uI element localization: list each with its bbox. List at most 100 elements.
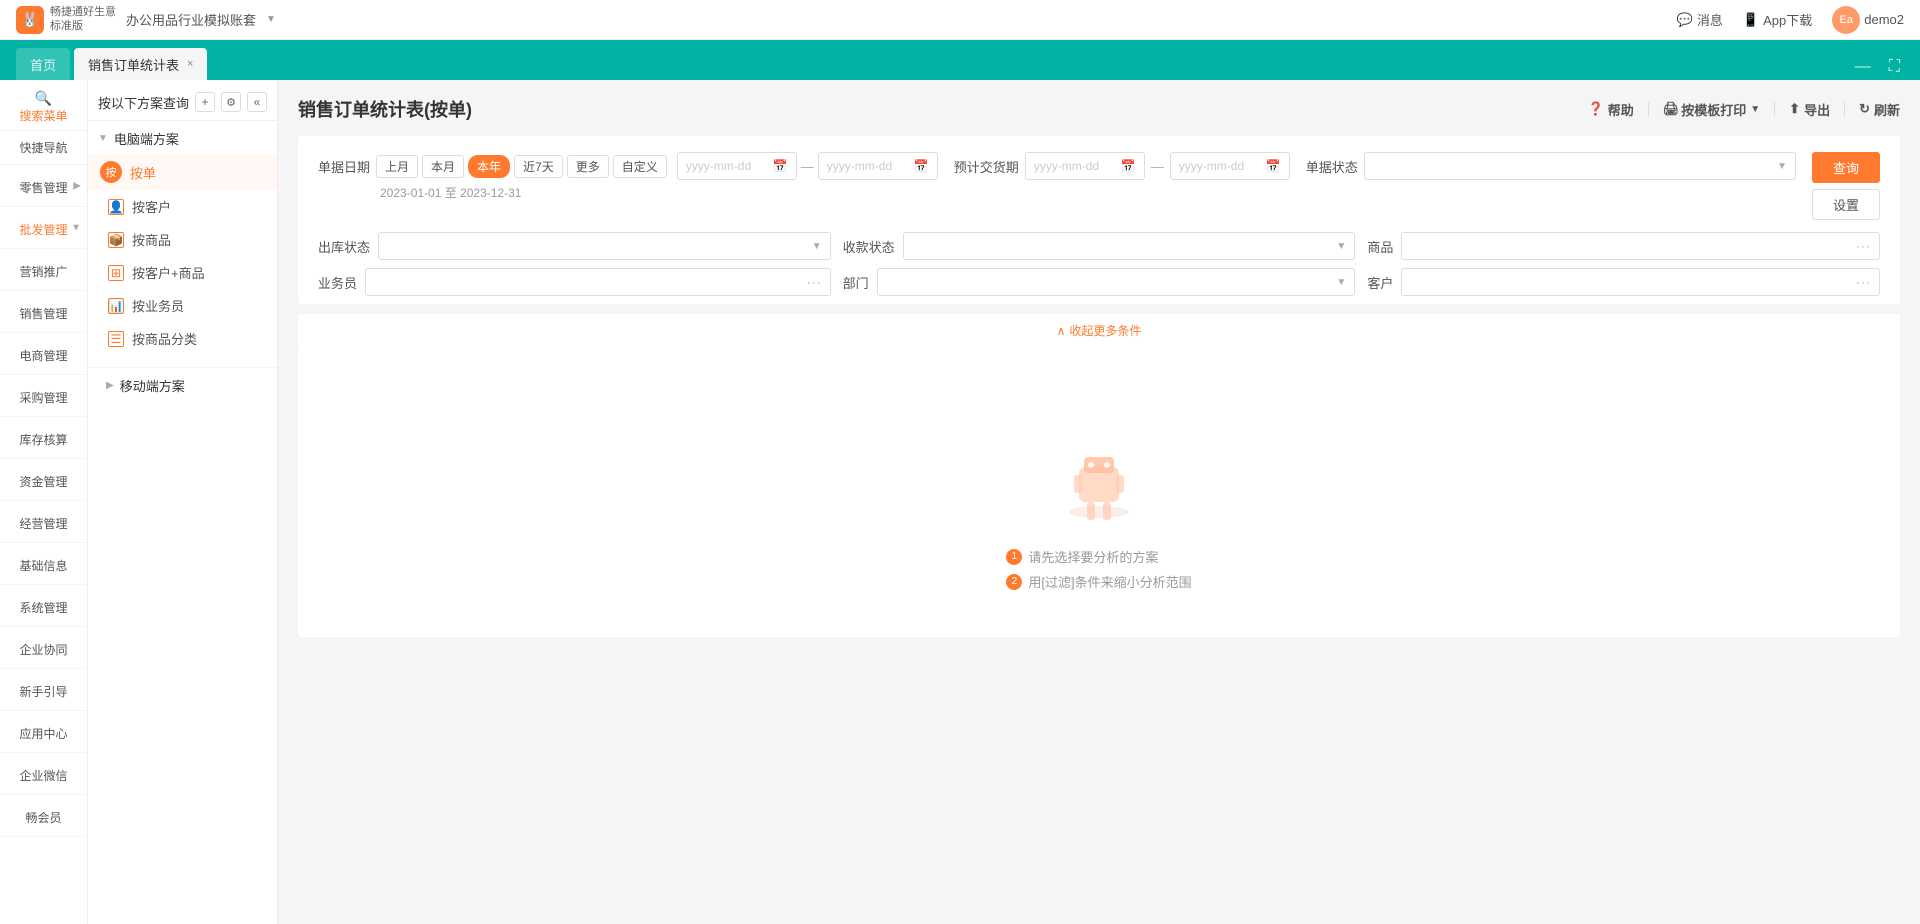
date-more-btn[interactable]: 更多 xyxy=(567,155,609,178)
sidebar-item-member[interactable]: 畅会员 xyxy=(0,795,87,837)
sidebar-search[interactable]: 🔍 搜索菜单 xyxy=(0,80,87,131)
collapse-bar[interactable]: ∧ 收起更多条件 xyxy=(298,314,1900,347)
department-label: 部门 xyxy=(843,273,869,292)
date-label: 单据日期 xyxy=(318,157,370,176)
app-download-button[interactable]: 📱 App下载 xyxy=(1743,10,1812,29)
by-customer-icon: 👤 xyxy=(108,199,124,215)
top-bar-left: 🐰 畅捷通好生意 标准版 办公用品行业模拟账套 ▼ xyxy=(16,6,276,34)
scheme-list: 按 按单 👤 按客户 📦 按商品 ⊞ 按客户+商品 xyxy=(88,154,277,361)
sidebar-item-apps[interactable]: 应用中心 xyxy=(0,711,87,753)
sidebar-item-basic[interactable]: 基础信息 xyxy=(0,543,87,585)
product-input[interactable]: ··· xyxy=(1401,232,1880,260)
edit-scheme-button[interactable]: ⚙ xyxy=(221,92,241,112)
date-last-7days-btn[interactable]: 近7天 xyxy=(514,155,563,178)
content-area: 按以下方案查询 + ⚙ « ▼ 电脑端方案 按 按单 xyxy=(88,80,1920,924)
date-custom-btn[interactable]: 自定义 xyxy=(613,155,667,178)
tab-sales-order-stats[interactable]: 销售订单统计表 × xyxy=(74,48,207,80)
sidebar-item-sales[interactable]: 销售管理 xyxy=(0,291,87,333)
scheme-item-by-product[interactable]: 📦 按商品 xyxy=(88,223,277,256)
user-area[interactable]: Ea demo2 xyxy=(1832,6,1904,34)
customer-input[interactable]: ··· xyxy=(1401,268,1880,296)
print-template-button[interactable]: 🖨 按模板打印 ▼ xyxy=(1663,100,1760,119)
bill-status-select[interactable]: ▼ xyxy=(1364,152,1796,180)
tab-minimize-icon[interactable]: — xyxy=(1851,54,1875,80)
refresh-icon: ↻ xyxy=(1859,101,1870,117)
sidebar-item-retail[interactable]: 零售管理 ▶ xyxy=(0,165,87,207)
filter-row-2: 出库状态 ▼ 收款状态 ▼ 商品 xyxy=(318,232,1880,260)
empty-hints: 1 请先选择要分析的方案 2 用[过滤]条件来缩小分析范围 xyxy=(1006,547,1191,597)
department-cell: 部门 ▼ xyxy=(843,268,1356,296)
left-panel: 按以下方案查询 + ⚙ « ▼ 电脑端方案 按 按单 xyxy=(88,80,278,924)
logo-area: 🐰 畅捷通好生意 标准版 xyxy=(16,6,116,34)
refresh-button[interactable]: ↻ 刷新 xyxy=(1859,100,1900,119)
logo-text: 畅捷通好生意 标准版 xyxy=(50,6,116,32)
payment-status-select[interactable]: ▼ xyxy=(903,232,1356,260)
product-dots-icon: ··· xyxy=(1856,239,1871,253)
date-this-month-btn[interactable]: 本月 xyxy=(422,155,464,178)
scheme-group-pc-header[interactable]: ▼ 电脑端方案 xyxy=(88,121,277,154)
action-divider-1 xyxy=(1648,102,1649,116)
tab-close-icon[interactable]: × xyxy=(187,58,193,70)
salesperson-input[interactable]: ··· xyxy=(365,268,831,296)
reset-button[interactable]: 设置 xyxy=(1812,189,1880,220)
sidebar-item-operation[interactable]: 经营管理 xyxy=(0,501,87,543)
payment-status-cell: 收款状态 ▼ xyxy=(843,232,1356,260)
sidebar-item-system[interactable]: 系统管理 xyxy=(0,585,87,627)
scheme-group-mobile: ▶ 移动端方案 xyxy=(88,367,277,401)
empty-hint-2: 2 用[过滤]条件来缩小分析范围 xyxy=(1006,572,1191,591)
expected-date-end-input[interactable]: yyyy-mm-dd 📅 xyxy=(1170,152,1290,180)
pc-group-label: 电脑端方案 xyxy=(114,129,179,148)
sidebar-item-wholesale[interactable]: 批发管理 ▼ xyxy=(0,207,87,249)
app-title-dropdown-icon[interactable]: ▼ xyxy=(266,14,276,25)
date-this-year-btn[interactable]: 本年 xyxy=(468,155,510,178)
date-start-input[interactable]: yyyy-mm-dd 📅 xyxy=(677,152,797,180)
scheme-item-by-salesperson[interactable]: 📊 按业务员 xyxy=(88,289,277,322)
bill-status-label: 单据状态 xyxy=(1306,157,1358,176)
add-scheme-button[interactable]: + xyxy=(195,92,215,112)
page-actions: ❓ 帮助 🖨 按模板打印 ▼ ⬆ 导出 xyxy=(1588,100,1900,119)
expected-date-start-input[interactable]: yyyy-mm-dd 📅 xyxy=(1025,152,1145,180)
department-select[interactable]: ▼ xyxy=(877,268,1356,296)
date-separator: — xyxy=(801,159,814,174)
scheme-item-by-order[interactable]: 按 按单 xyxy=(88,154,277,190)
date-end-input[interactable]: yyyy-mm-dd 📅 xyxy=(818,152,938,180)
tab-sales-label: 销售订单统计表 xyxy=(88,55,179,74)
scheme-item-by-customer[interactable]: 👤 按客户 xyxy=(88,190,277,223)
page-title-row: 销售订单统计表(按单) ❓ 帮助 🖨 按模板打印 ▼ ⬆ xyxy=(298,96,1900,122)
sidebar-item-ecommerce[interactable]: 电商管理 xyxy=(0,333,87,375)
app-title: 办公用品行业模拟账套 xyxy=(126,10,256,29)
date-end-calendar-icon: 📅 xyxy=(914,159,929,173)
date-filter-row: 单据日期 上月 本月 本年 近7天 更多 自定义 xyxy=(318,152,938,180)
sidebar-item-inventory[interactable]: 库存核算 xyxy=(0,417,87,459)
scheme-item-by-product-category[interactable]: ☰ 按商品分类 xyxy=(88,322,277,355)
scheme-item-by-customer-product[interactable]: ⊞ 按客户+商品 xyxy=(88,256,277,289)
left-panel-icons: + ⚙ « xyxy=(195,92,267,112)
wholesale-arrow-icon: ▼ xyxy=(71,222,81,233)
customer-cell: 客户 ··· xyxy=(1367,268,1880,296)
delivery-status-select[interactable]: ▼ xyxy=(378,232,831,260)
tab-home[interactable]: 首页 xyxy=(16,48,70,80)
sidebar-quick-nav[interactable]: 快捷导航 xyxy=(0,131,87,165)
salesperson-dots-icon: ··· xyxy=(807,275,822,289)
help-button[interactable]: ❓ 帮助 xyxy=(1588,100,1634,119)
message-button[interactable]: 💬 消息 xyxy=(1677,10,1723,29)
date-last-month-btn[interactable]: 上月 xyxy=(376,155,418,178)
print-icon: 🖨 xyxy=(1663,101,1680,117)
sidebar-item-newbie[interactable]: 新手引导 xyxy=(0,669,87,711)
payment-status-label: 收款状态 xyxy=(843,237,895,256)
sidebar-item-marketing[interactable]: 营销推广 xyxy=(0,249,87,291)
export-icon: ⬆ xyxy=(1789,101,1800,117)
export-button[interactable]: ⬆ 导出 xyxy=(1789,100,1830,119)
collapse-panel-button[interactable]: « xyxy=(247,92,267,112)
sidebar-item-wechat[interactable]: 企业微信 xyxy=(0,753,87,795)
pc-group-arrow-icon: ▼ xyxy=(98,133,108,144)
by-customer-label: 按客户 xyxy=(132,197,171,216)
tab-maximize-icon[interactable]: ⛶ xyxy=(1885,54,1904,80)
payment-arrow-icon: ▼ xyxy=(1336,241,1346,252)
print-dropdown-icon: ▼ xyxy=(1750,104,1760,115)
search-button[interactable]: 查询 xyxy=(1812,152,1880,183)
scheme-group-mobile-header[interactable]: ▶ 移动端方案 xyxy=(96,368,277,401)
sidebar-item-finance[interactable]: 资金管理 xyxy=(0,459,87,501)
sidebar-item-enterprise[interactable]: 企业协同 xyxy=(0,627,87,669)
sidebar-item-purchase[interactable]: 采购管理 xyxy=(0,375,87,417)
